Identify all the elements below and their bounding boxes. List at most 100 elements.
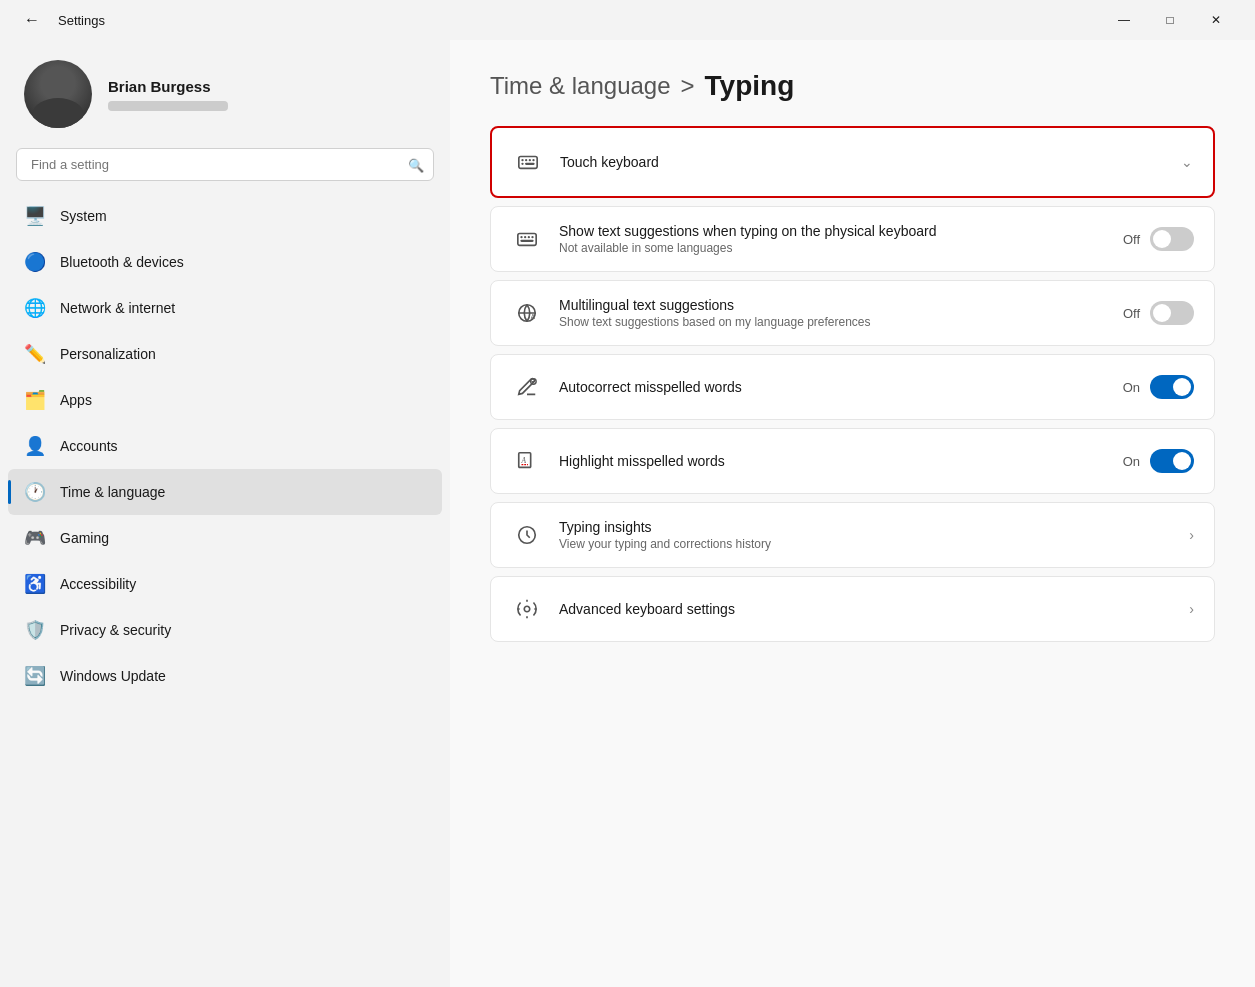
highlight-toggle[interactable]	[1150, 449, 1194, 473]
update-icon: 🔄	[24, 665, 46, 687]
close-button[interactable]: ✕	[1193, 4, 1239, 36]
touch-keyboard-row[interactable]: Touch keyboard ⌄	[492, 128, 1213, 196]
personalization-icon: ✏️	[24, 343, 46, 365]
autocorrect-icon	[511, 371, 543, 403]
highlight-action: On	[1123, 449, 1194, 473]
chevron-down-icon: ⌄	[1181, 154, 1193, 170]
multilingual-card: A Multilingual text suggestions Show tex…	[490, 280, 1215, 346]
nav-label-system: System	[60, 208, 107, 224]
nav-item-accounts[interactable]: 👤 Accounts	[0, 423, 450, 469]
nav-label-accessibility: Accessibility	[60, 576, 136, 592]
text-suggestions-toggle[interactable]	[1150, 227, 1194, 251]
main-layout: Brian Burgess 🔍 🖥️ System 🔵 Bluetooth & …	[0, 40, 1255, 987]
typing-insights-title: Typing insights	[559, 519, 1173, 535]
autocorrect-card: Autocorrect misspelled words On	[490, 354, 1215, 420]
bluetooth-icon: 🔵	[24, 251, 46, 273]
highlight-toggle-label: On	[1123, 454, 1140, 469]
nav-item-time[interactable]: 🕐 Time & language	[8, 469, 442, 515]
search-input[interactable]	[16, 148, 434, 181]
search-box: 🔍	[16, 148, 434, 181]
touch-keyboard-icon	[512, 146, 544, 178]
nav-label-apps: Apps	[60, 392, 92, 408]
nav-label-accounts: Accounts	[60, 438, 118, 454]
network-icon: 🌐	[24, 297, 46, 319]
typing-insights-row[interactable]: Typing insights View your typing and cor…	[491, 503, 1214, 567]
autocorrect-toggle-label: On	[1123, 380, 1140, 395]
nav-item-bluetooth[interactable]: 🔵 Bluetooth & devices	[0, 239, 450, 285]
accessibility-icon: ♿	[24, 573, 46, 595]
titlebar-left: ← Settings	[16, 7, 105, 33]
nav-item-system[interactable]: 🖥️ System	[0, 193, 450, 239]
touch-keyboard-card: Touch keyboard ⌄	[490, 126, 1215, 198]
nav-label-time: Time & language	[60, 484, 165, 500]
multilingual-row[interactable]: A Multilingual text suggestions Show tex…	[491, 281, 1214, 345]
maximize-button[interactable]: □	[1147, 4, 1193, 36]
nav-label-personalization: Personalization	[60, 346, 156, 362]
breadcrumb-current: Typing	[705, 70, 795, 102]
user-name: Brian Burgess	[108, 78, 228, 95]
apps-icon: 🗂️	[24, 389, 46, 411]
advanced-keyboard-card: Advanced keyboard settings ›	[490, 576, 1215, 642]
svg-point-21	[524, 606, 530, 612]
text-suggestions-action: Off	[1123, 227, 1194, 251]
nav-label-gaming: Gaming	[60, 530, 109, 546]
user-info: Brian Burgess	[108, 78, 228, 111]
nav-item-accessibility[interactable]: ♿ Accessibility	[0, 561, 450, 607]
highlight-card: A Highlight misspelled words On	[490, 428, 1215, 494]
autocorrect-title: Autocorrect misspelled words	[559, 379, 1107, 395]
user-section: Brian Burgess	[0, 40, 450, 148]
advanced-keyboard-title: Advanced keyboard settings	[559, 601, 1173, 617]
titlebar-title: Settings	[58, 13, 105, 28]
multilingual-toggle[interactable]	[1150, 301, 1194, 325]
user-status-bar	[108, 101, 228, 111]
typing-insights-card: Typing insights View your typing and cor…	[490, 502, 1215, 568]
multilingual-icon: A	[511, 297, 543, 329]
nav-label-bluetooth: Bluetooth & devices	[60, 254, 184, 270]
multilingual-toggle-label: Off	[1123, 306, 1140, 321]
text-suggestions-title: Show text suggestions when typing on the…	[559, 223, 1107, 239]
touch-keyboard-action: ⌄	[1181, 154, 1193, 170]
chevron-right-icon: ›	[1189, 527, 1194, 543]
avatar-image	[24, 60, 92, 128]
back-button[interactable]: ←	[16, 7, 48, 33]
accounts-icon: 👤	[24, 435, 46, 457]
minimize-button[interactable]: —	[1101, 4, 1147, 36]
text-suggestions-text: Show text suggestions when typing on the…	[559, 223, 1107, 255]
typing-insights-action: ›	[1189, 527, 1194, 543]
nav-label-network: Network & internet	[60, 300, 175, 316]
avatar	[24, 60, 92, 128]
multilingual-title: Multilingual text suggestions	[559, 297, 1107, 313]
multilingual-text: Multilingual text suggestions Show text …	[559, 297, 1107, 329]
touch-keyboard-title: Touch keyboard	[560, 154, 1165, 170]
multilingual-subtitle: Show text suggestions based on my langua…	[559, 315, 1107, 329]
highlight-text: Highlight misspelled words	[559, 453, 1107, 469]
nav-item-update[interactable]: 🔄 Windows Update	[0, 653, 450, 699]
privacy-icon: 🛡️	[24, 619, 46, 641]
advanced-keyboard-row[interactable]: Advanced keyboard settings ›	[491, 577, 1214, 641]
touch-keyboard-text: Touch keyboard	[560, 154, 1165, 170]
text-suggestions-subtitle: Not available in some languages	[559, 241, 1107, 255]
chevron-right-icon-2: ›	[1189, 601, 1194, 617]
autocorrect-toggle[interactable]	[1150, 375, 1194, 399]
highlight-row[interactable]: A Highlight misspelled words On	[491, 429, 1214, 493]
titlebar: ← Settings — □ ✕	[0, 0, 1255, 40]
advanced-keyboard-text: Advanced keyboard settings	[559, 601, 1173, 617]
autocorrect-row[interactable]: Autocorrect misspelled words On	[491, 355, 1214, 419]
content-area: Time & language > Typing	[450, 40, 1255, 987]
nav-item-privacy[interactable]: 🛡️ Privacy & security	[0, 607, 450, 653]
autocorrect-action: On	[1123, 375, 1194, 399]
nav-item-network[interactable]: 🌐 Network & internet	[0, 285, 450, 331]
typing-insights-subtitle: View your typing and corrections history	[559, 537, 1173, 551]
titlebar-controls: — □ ✕	[1101, 4, 1239, 36]
text-suggestions-card: Show text suggestions when typing on the…	[490, 206, 1215, 272]
typing-insights-icon	[511, 519, 543, 551]
nav-item-gaming[interactable]: 🎮 Gaming	[0, 515, 450, 561]
autocorrect-text: Autocorrect misspelled words	[559, 379, 1107, 395]
text-suggestions-row[interactable]: Show text suggestions when typing on the…	[491, 207, 1214, 271]
svg-rect-7	[518, 234, 536, 246]
nav-item-personalization[interactable]: ✏️ Personalization	[0, 331, 450, 377]
text-suggestions-icon	[511, 223, 543, 255]
nav-item-apps[interactable]: 🗂️ Apps	[0, 377, 450, 423]
advanced-keyboard-icon	[511, 593, 543, 625]
breadcrumb-separator: >	[681, 72, 695, 100]
